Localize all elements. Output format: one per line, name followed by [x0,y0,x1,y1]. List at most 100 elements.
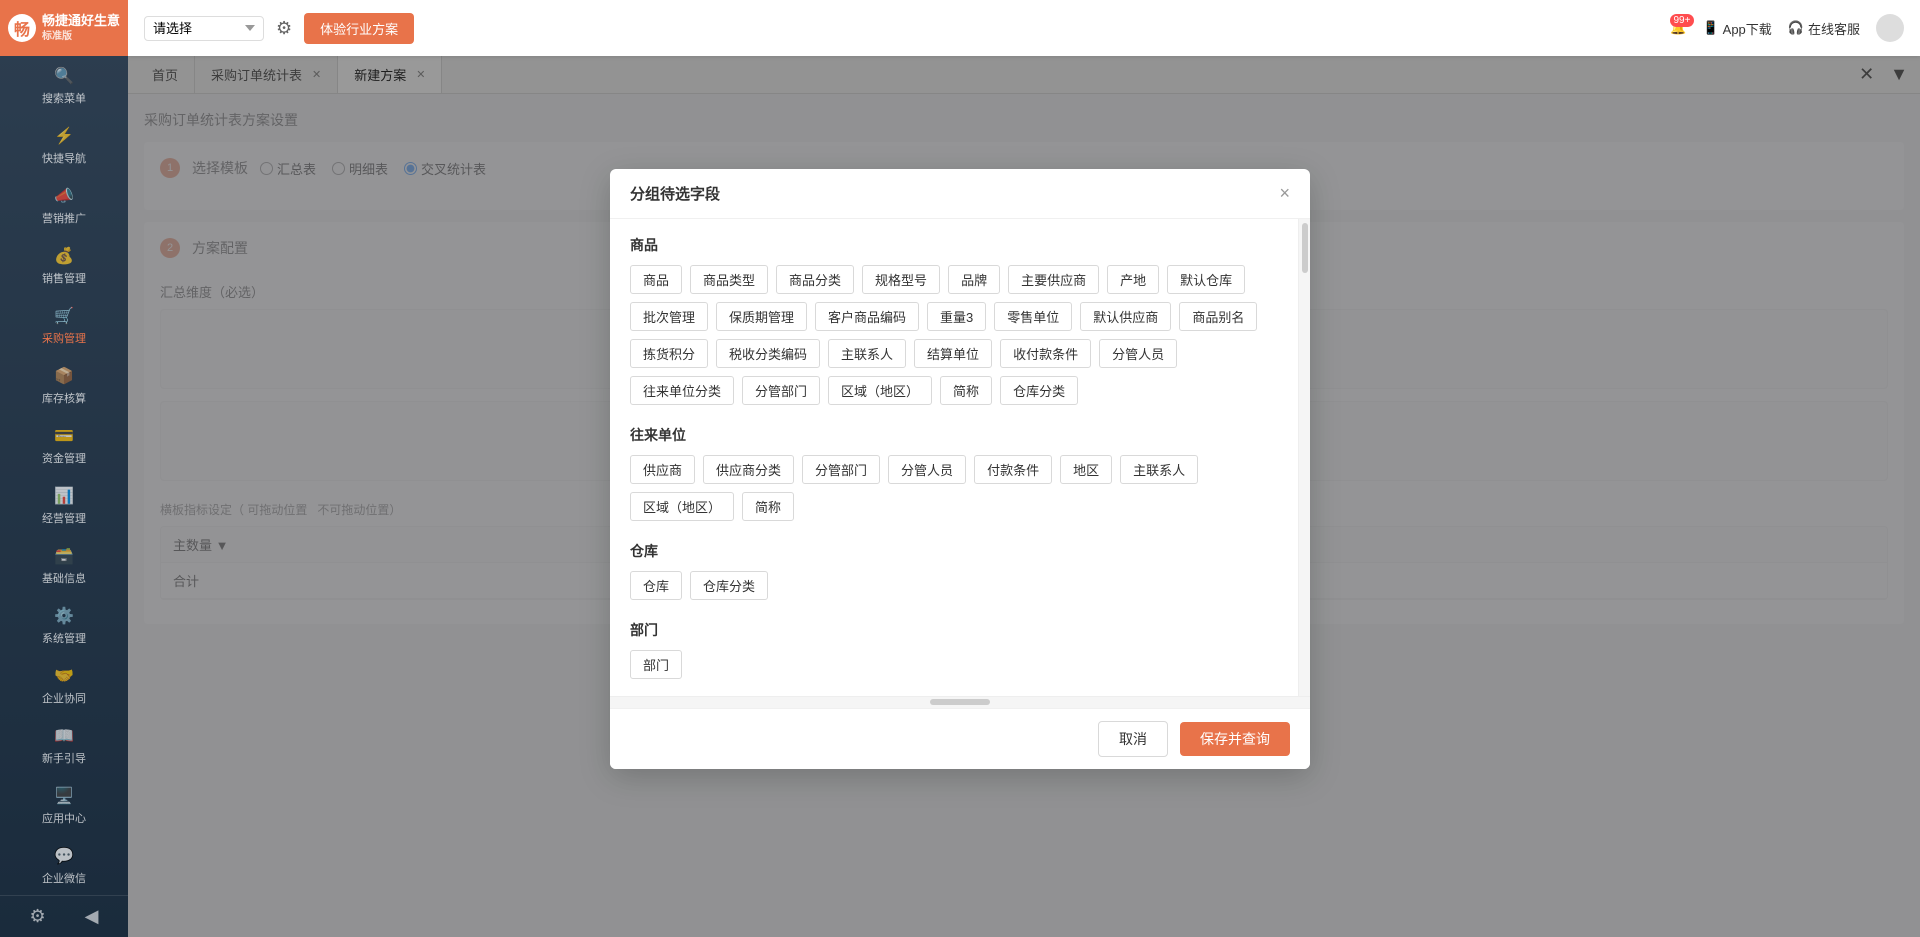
sidebar-item-6[interactable]: 💳 资金管理 [0,416,128,476]
sidebar-label-10: 企业协同 [42,690,86,706]
sidebar-item-11[interactable]: 📖 新手引导 [0,716,128,776]
sidebar-item-5[interactable]: 📦 库存核算 [0,356,128,416]
header-right: 🔔 99+ 📱 App下载 🎧 在线客服 [1670,14,1904,42]
field-tag-0-12[interactable]: 零售单位 [994,302,1072,331]
sidebar-icon-13: 💬 [54,846,74,866]
headset-icon: 🎧 [1788,20,1804,36]
field-section-0: 商品商品商品类型商品分类规格型号品牌主要供应商产地默认仓库批次管理保质期管理客户… [630,235,1278,405]
modal-close-button[interactable]: × [1279,184,1290,202]
field-tag-0-10[interactable]: 客户商品编码 [815,302,919,331]
sidebar-label-1: 快捷导航 [42,150,86,166]
field-tags-2: 仓库仓库分类 [630,571,1278,600]
sidebar-label-9: 系统管理 [42,630,86,646]
field-tag-1-2[interactable]: 分管部门 [802,455,880,484]
field-tag-0-14[interactable]: 商品别名 [1179,302,1257,331]
field-section-1: 往来单位供应商供应商分类分管部门分管人员付款条件地区主联系人区域（地区） 简称 [630,425,1278,521]
field-tag-0-7[interactable]: 默认仓库 [1167,265,1245,294]
field-tag-0-6[interactable]: 产地 [1107,265,1159,294]
sidebar-item-2[interactable]: 📣 营销推广 [0,176,128,236]
company-select[interactable]: 请选择 [144,16,264,41]
sidebar-bottom: ⚙ ◀ [0,895,128,937]
field-tag-0-15[interactable]: 拣货积分 [630,339,708,368]
sidebar-label-2: 营销推广 [42,210,86,226]
field-tag-1-0[interactable]: 供应商 [630,455,695,484]
field-tag-0-22[interactable]: 分管部门 [742,376,820,405]
modal-body: 商品商品商品类型商品分类规格型号品牌主要供应商产地默认仓库批次管理保质期管理客户… [610,219,1298,696]
save-query-button[interactable]: 保存并查询 [1180,722,1290,756]
sidebar-label-13: 企业微信 [42,870,86,886]
sidebar-icon-12: 🖥️ [54,786,74,806]
sidebar-label-8: 基础信息 [42,570,86,586]
field-tag-0-2[interactable]: 商品分类 [776,265,854,294]
sidebar-item-1[interactable]: ⚡ 快捷导航 [0,116,128,176]
field-tag-1-1[interactable]: 供应商分类 [703,455,794,484]
sidebar-item-9[interactable]: ⚙️ 系统管理 [0,596,128,656]
sidebar-item-7[interactable]: 📊 经营管理 [0,476,128,536]
settings-icon[interactable]: ⚙ [30,906,46,927]
sidebar-label-6: 资金管理 [42,450,86,466]
sidebar-item-4[interactable]: 🛒 采购管理 [0,296,128,356]
sidebar-item-10[interactable]: 🤝 企业协同 [0,656,128,716]
sidebar-icon-6: 💳 [54,426,74,446]
field-tag-2-1[interactable]: 仓库分类 [690,571,768,600]
online-service-btn[interactable]: 🎧 在线客服 [1788,19,1860,38]
field-tag-0-23[interactable]: 区域（地区） [828,376,932,405]
field-tag-3-0[interactable]: 部门 [630,650,682,679]
sidebar-item-12[interactable]: 🖥️ 应用中心 [0,776,128,836]
cancel-button[interactable]: 取消 [1098,721,1168,757]
sidebar-icon-0: 🔍 [54,66,74,86]
field-tag-0-5[interactable]: 主要供应商 [1008,265,1099,294]
sidebar-label-5: 库存核算 [42,390,86,406]
logo-text: 畅捷通好生意 标准版 [42,13,120,43]
field-tag-0-21[interactable]: 往来单位分类 [630,376,734,405]
field-tag-0-13[interactable]: 默认供应商 [1080,302,1171,331]
field-tag-0-19[interactable]: 收付款条件 [1000,339,1091,368]
user-avatar[interactable] [1876,14,1904,42]
logo-icon: 畅 [8,14,36,42]
field-section-title-1: 往来单位 [630,425,1278,445]
field-tag-1-6[interactable]: 主联系人 [1120,455,1198,484]
field-tag-0-24[interactable]: 简称 [940,376,992,405]
field-tag-1-4[interactable]: 付款条件 [974,455,1052,484]
field-tag-0-3[interactable]: 规格型号 [862,265,940,294]
field-tag-0-1[interactable]: 商品类型 [690,265,768,294]
sidebar-item-3[interactable]: 💰 销售管理 [0,236,128,296]
field-tag-1-5[interactable]: 地区 [1060,455,1112,484]
sidebar-label-0: 搜索菜单 [42,90,86,106]
sidebar-label-3: 销售管理 [42,270,86,286]
field-tag-0-16[interactable]: 税收分类编码 [716,339,820,368]
field-tag-0-9[interactable]: 保质期管理 [716,302,807,331]
field-tags-3: 部门 [630,650,1278,679]
field-tag-1-7[interactable]: 区域（地区） [630,492,734,521]
field-tag-0-17[interactable]: 主联系人 [828,339,906,368]
modal-title: 分组待选字段 [630,183,720,204]
trial-button[interactable]: 体验行业方案 [304,13,414,44]
gear-icon[interactable]: ⚙ [276,18,292,39]
sidebar-icon-11: 📖 [54,726,74,746]
field-tag-0-8[interactable]: 批次管理 [630,302,708,331]
field-tag-0-20[interactable]: 分管人员 [1099,339,1177,368]
sidebar-label-12: 应用中心 [42,810,86,826]
field-section-title-2: 仓库 [630,541,1278,561]
field-tag-0-11[interactable]: 重量3 [927,302,986,331]
field-tag-0-4[interactable]: 品牌 [948,265,1000,294]
collapse-icon[interactable]: ◀ [85,906,99,927]
field-tag-0-18[interactable]: 结算单位 [914,339,992,368]
field-tag-1-3[interactable]: 分管人员 [888,455,966,484]
app-download-btn[interactable]: 📱 App下载 [1702,19,1771,38]
field-tag-1-8[interactable]: 简称 [742,492,794,521]
sidebar-item-13[interactable]: 💬 企业微信 [0,836,128,895]
sidebar-label-11: 新手引导 [42,750,86,766]
sidebar-icon-7: 📊 [54,486,74,506]
sidebar-item-0[interactable]: 🔍 搜索菜单 [0,56,128,116]
field-tag-0-0[interactable]: 商品 [630,265,682,294]
field-section-title-3: 部门 [630,620,1278,640]
sidebar-item-8[interactable]: 🗃️ 基础信息 [0,536,128,596]
field-tag-2-0[interactable]: 仓库 [630,571,682,600]
field-tags-1: 供应商供应商分类分管部门分管人员付款条件地区主联系人区域（地区） 简称 [630,455,1278,521]
sidebar-label-4: 采购管理 [42,330,86,346]
notification-bell[interactable]: 🔔 99+ [1670,20,1686,36]
sidebar-icon-5: 📦 [54,366,74,386]
field-tag-0-25[interactable]: 仓库分类 [1000,376,1078,405]
field-section-title-0: 商品 [630,235,1278,255]
